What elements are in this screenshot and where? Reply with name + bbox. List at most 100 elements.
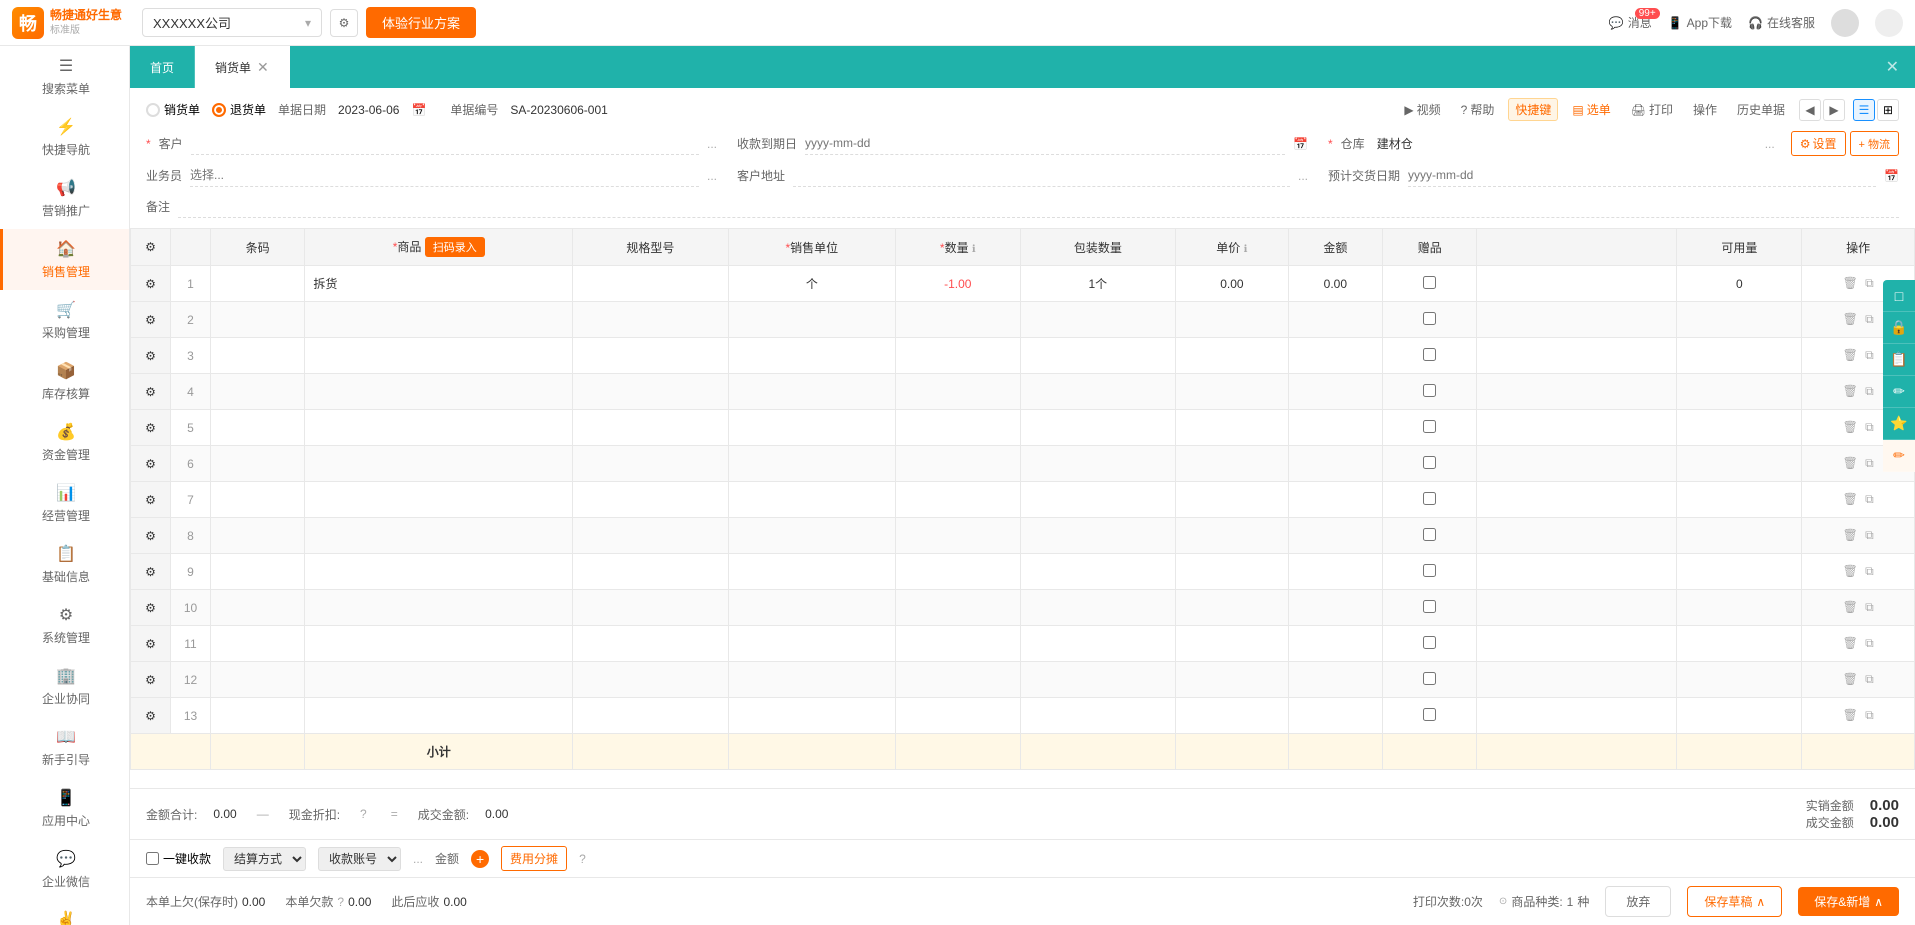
remark-input[interactable] (178, 195, 1899, 218)
sidebar-item-finance[interactable]: 💰 资金管理 (0, 412, 129, 473)
fee-split-button[interactable]: 费用分摊 (501, 846, 567, 871)
account-select[interactable]: 收款账号 (318, 847, 401, 871)
settings-gear-button[interactable]: ⚙ (330, 9, 358, 37)
customer-dots[interactable]: ... (707, 137, 717, 151)
sidebar-item-quick-nav[interactable]: ⚡ 快捷导航 (0, 107, 129, 168)
product-type[interactable]: ⊙ 商品种类: 1 种 (1499, 893, 1589, 910)
question-icon2[interactable]: ? (360, 807, 367, 821)
copy-icon-10[interactable]: ⧉ (1865, 636, 1874, 650)
row-barcode-2[interactable] (211, 338, 305, 374)
copy-icon-1[interactable]: ⧉ (1865, 312, 1874, 326)
row-spec-9[interactable] (573, 590, 729, 626)
row-gift-5[interactable] (1383, 446, 1477, 482)
app-download-button[interactable]: 📱 App下载 (1668, 14, 1732, 31)
row-barcode-9[interactable] (211, 590, 305, 626)
tab-close-all[interactable]: ✕ (1886, 57, 1915, 77)
row-barcode-6[interactable] (211, 482, 305, 518)
sidebar-item-guide[interactable]: 📖 新手引导 (0, 717, 129, 778)
row-gift-8[interactable] (1383, 554, 1477, 590)
online-service-button[interactable]: 🎧 在线客服 (1748, 14, 1815, 31)
sidebar-item-operation[interactable]: 📊 经营管理 (0, 473, 129, 534)
delete-icon-12[interactable]: 🗑 (1843, 708, 1858, 722)
row-barcode-7[interactable] (211, 518, 305, 554)
copy-icon-8[interactable]: ⧉ (1865, 564, 1874, 578)
row-spec-10[interactable] (573, 626, 729, 662)
tab-home[interactable]: 首页 (130, 46, 195, 88)
history-btn[interactable]: 历史单据 (1731, 99, 1791, 120)
row-barcode-0[interactable] (211, 266, 305, 302)
sidebar-item-inventory[interactable]: 📦 库存核算 (0, 351, 129, 412)
row-unit-price-1[interactable] (1176, 302, 1289, 338)
row-gift-4[interactable] (1383, 410, 1477, 446)
row-unit-price-5[interactable] (1176, 446, 1289, 482)
copy-icon-11[interactable]: ⧉ (1865, 672, 1874, 686)
save-new-button[interactable]: 保存&新增 ∧ (1798, 887, 1899, 916)
sidebar-item-system[interactable]: ⚙ 系统管理 (0, 595, 129, 656)
tab-close-icon[interactable]: ✕ (257, 59, 269, 76)
row-gift-10[interactable] (1383, 626, 1477, 662)
row-qty-0[interactable]: -1.00 (896, 266, 1020, 302)
row-gift-7[interactable] (1383, 518, 1477, 554)
company-select[interactable]: XXXXXX公司 ▾ (142, 8, 322, 37)
shortcut-btn[interactable]: 快捷键 (1508, 98, 1558, 121)
row-qty-10[interactable] (896, 626, 1020, 662)
row-barcode-8[interactable] (211, 554, 305, 590)
radio-sales[interactable]: 销货单 (146, 101, 200, 118)
delete-icon-10[interactable]: 🗑 (1843, 636, 1858, 650)
delete-icon-3[interactable]: 🗑 (1843, 384, 1858, 398)
warehouse-dots[interactable]: ... (1765, 137, 1775, 151)
copy-icon-12[interactable]: ⧉ (1865, 708, 1874, 722)
sidebar-item-search[interactable]: ☰ 搜索菜单 (0, 46, 129, 107)
row-product-10[interactable] (305, 626, 573, 662)
copy-icon-2[interactable]: ⧉ (1865, 348, 1874, 362)
copy-icon-9[interactable]: ⧉ (1865, 600, 1874, 614)
customer-addr-input[interactable] (793, 164, 1290, 187)
side-tool-2[interactable]: 🔒 (1883, 312, 1915, 344)
delete-icon-0[interactable]: 🗑 (1843, 276, 1858, 290)
messages-button[interactable]: 💬 消息 99+ (1609, 14, 1652, 31)
side-tool-4[interactable]: ✏ (1883, 376, 1915, 408)
sidebar-item-sales[interactable]: 🏠 销售管理 (0, 229, 129, 290)
row-product-6[interactable] (305, 482, 573, 518)
row-unit-price-9[interactable] (1176, 590, 1289, 626)
side-tool-3[interactable]: 📋 (1883, 344, 1915, 376)
row-product-3[interactable] (305, 374, 573, 410)
scan-btn[interactable]: 扫码录入 (425, 237, 485, 257)
row-product-11[interactable] (305, 662, 573, 698)
row-barcode-3[interactable] (211, 374, 305, 410)
addr-dots[interactable]: ... (1298, 169, 1308, 183)
expected-date-input[interactable] (1408, 164, 1876, 187)
row-spec-12[interactable] (573, 698, 729, 734)
row-spec-8[interactable] (573, 554, 729, 590)
due-date-input[interactable] (805, 132, 1285, 155)
help-btn[interactable]: ?帮助 (1455, 99, 1501, 120)
row-unit-price-3[interactable] (1176, 374, 1289, 410)
row-product-12[interactable] (305, 698, 573, 734)
row-barcode-4[interactable] (211, 410, 305, 446)
salesman-input[interactable] (190, 164, 699, 187)
sidebar-item-purchase[interactable]: 🛒 采购管理 (0, 290, 129, 351)
row-unit-price-7[interactable] (1176, 518, 1289, 554)
operate-btn[interactable]: 操作 (1687, 99, 1723, 120)
delete-icon-6[interactable]: 🗑 (1843, 492, 1858, 506)
customer-input[interactable] (191, 132, 699, 155)
avatar[interactable] (1831, 9, 1859, 37)
row-spec-7[interactable] (573, 518, 729, 554)
row-qty-9[interactable] (896, 590, 1020, 626)
row-qty-6[interactable] (896, 482, 1020, 518)
logistics-btn[interactable]: + 物流 (1850, 131, 1899, 156)
list-view-btn[interactable]: ☰ (1853, 99, 1875, 121)
salesman-dots[interactable]: ... (707, 169, 717, 183)
row-unit-price-10[interactable] (1176, 626, 1289, 662)
row-qty-11[interactable] (896, 662, 1020, 698)
sidebar-item-app-center[interactable]: 📱 应用中心 (0, 778, 129, 839)
side-tool-1[interactable]: □ (1883, 280, 1915, 312)
col-header-gear[interactable]: ⚙ (131, 229, 171, 266)
row-spec-1[interactable] (573, 302, 729, 338)
copy-icon-6[interactable]: ⧉ (1865, 492, 1874, 506)
sidebar-item-marketing[interactable]: 📢 营销推广 (0, 168, 129, 229)
row-gift-6[interactable] (1383, 482, 1477, 518)
copy-icon-0[interactable]: ⧉ (1865, 276, 1874, 290)
one-click-input[interactable] (146, 852, 159, 865)
row-qty-7[interactable] (896, 518, 1020, 554)
